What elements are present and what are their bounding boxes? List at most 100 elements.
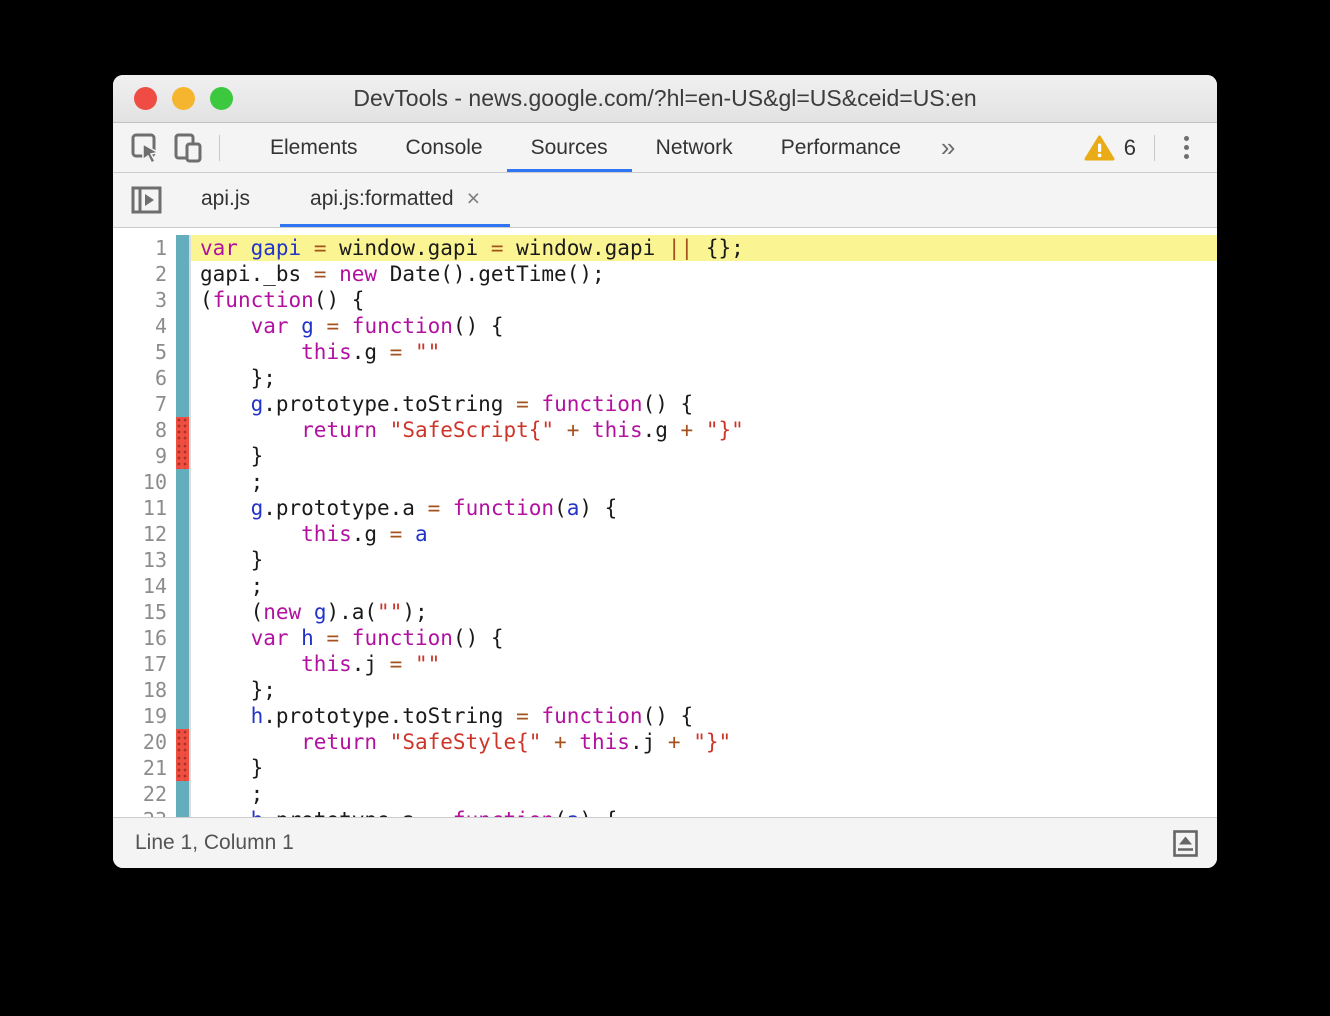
code-line: 17 this.j = ""	[113, 651, 1217, 677]
coverage-bar-used	[176, 625, 191, 651]
warning-count: 6	[1123, 134, 1136, 160]
code-line: 18 };	[113, 677, 1217, 703]
kebab-dot	[1183, 154, 1189, 159]
source-editor[interactable]: 1 var gapi = window.gapi = window.gapi ||…	[113, 228, 1217, 817]
code-text[interactable]: h.prototype.a = function(a) {	[191, 807, 1217, 817]
code-text[interactable]: h.prototype.toString = function() {	[191, 703, 1217, 729]
line-number[interactable]: 4	[113, 313, 176, 339]
code-line: 11 g.prototype.a = function(a) {	[113, 495, 1217, 521]
minimize-window-button[interactable]	[172, 87, 195, 110]
line-number[interactable]: 21	[113, 755, 176, 781]
code-line: 9 }	[113, 443, 1217, 469]
code-text[interactable]: g.prototype.toString = function() {	[191, 391, 1217, 417]
code-line: 7 g.prototype.toString = function() {	[113, 391, 1217, 417]
devtools-toolbar: Elements Console Sources Network Performance…	[113, 123, 1217, 173]
file-tab-api-js-formatted[interactable]: api.js:formatted ×	[280, 173, 511, 227]
more-panels-button[interactable]: »	[925, 132, 971, 163]
line-number[interactable]: 8	[113, 417, 176, 443]
code-text[interactable]: };	[191, 677, 1217, 703]
line-number[interactable]: 5	[113, 339, 176, 365]
line-number[interactable]: 15	[113, 599, 176, 625]
zoom-window-button[interactable]	[210, 87, 233, 110]
line-number[interactable]: 17	[113, 651, 176, 677]
coverage-bar-used	[176, 261, 191, 287]
code-text[interactable]: var g = function() {	[191, 313, 1217, 339]
window-title: DevTools - news.google.com/?hl=en-US&gl=…	[353, 85, 977, 111]
code-text[interactable]: this.j = ""	[191, 651, 1217, 677]
code-text[interactable]: gapi._bs = new Date().getTime();	[191, 261, 1217, 287]
code-text[interactable]: return "SafeStyle{" + this.j + "}"	[191, 729, 1217, 755]
warnings-badge[interactable]: 6	[1076, 134, 1144, 162]
coverage-bar-used	[176, 521, 191, 547]
line-number[interactable]: 16	[113, 625, 176, 651]
device-toolbar-button[interactable]	[167, 126, 209, 170]
tab-console[interactable]: Console	[382, 123, 507, 172]
file-tab-label: api.js	[201, 186, 251, 210]
coverage-bar-used	[176, 391, 191, 417]
code-line: 3 (function() {	[113, 287, 1217, 313]
coverage-bar-used	[176, 547, 191, 573]
code-text[interactable]: }	[191, 755, 1217, 781]
line-number[interactable]: 10	[113, 469, 176, 495]
coverage-bar-used	[176, 807, 191, 817]
file-tab-api-js[interactable]: api.js	[171, 173, 280, 227]
line-number[interactable]: 3	[113, 287, 176, 313]
line-number[interactable]: 12	[113, 521, 176, 547]
close-window-button[interactable]	[134, 87, 157, 110]
devtools-menu-button[interactable]	[1165, 126, 1207, 170]
coverage-bar-used	[176, 235, 191, 261]
coverage-bar-used	[176, 703, 191, 729]
code-line: 23 h.prototype.a = function(a) {	[113, 807, 1217, 817]
code-text[interactable]: ;	[191, 573, 1217, 599]
coverage-bar-used	[176, 573, 191, 599]
line-number[interactable]: 11	[113, 495, 176, 521]
drawer-toggle-button[interactable]	[1170, 828, 1201, 859]
code-text[interactable]: var gapi = window.gapi = window.gapi || …	[191, 235, 1217, 261]
line-number[interactable]: 2	[113, 261, 176, 287]
line-number[interactable]: 1	[113, 235, 176, 261]
line-number[interactable]: 14	[113, 573, 176, 599]
close-icon[interactable]: ×	[467, 187, 480, 210]
code-text[interactable]: }	[191, 443, 1217, 469]
line-number[interactable]: 6	[113, 365, 176, 391]
code-text[interactable]: }	[191, 547, 1217, 573]
code-line: 6 };	[113, 365, 1217, 391]
coverage-bar-used	[176, 287, 191, 313]
line-number[interactable]: 22	[113, 781, 176, 807]
tab-performance[interactable]: Performance	[757, 123, 925, 172]
line-number[interactable]: 18	[113, 677, 176, 703]
coverage-bar-used	[176, 677, 191, 703]
code-line: 4 var g = function() {	[113, 313, 1217, 339]
line-number[interactable]: 9	[113, 443, 176, 469]
code-text[interactable]: ;	[191, 469, 1217, 495]
coverage-bar-used	[176, 495, 191, 521]
code-text[interactable]: var h = function() {	[191, 625, 1217, 651]
code-text[interactable]: (function() {	[191, 287, 1217, 313]
line-number[interactable]: 20	[113, 729, 176, 755]
code-text[interactable]: this.g = ""	[191, 339, 1217, 365]
file-tab-bar: api.js api.js:formatted ×	[113, 173, 1217, 228]
code-text[interactable]: (new g).a("");	[191, 599, 1217, 625]
code-text[interactable]: g.prototype.a = function(a) {	[191, 495, 1217, 521]
line-number[interactable]: 19	[113, 703, 176, 729]
tab-elements[interactable]: Elements	[246, 123, 382, 172]
code-text[interactable]: };	[191, 365, 1217, 391]
code-line: 15 (new g).a("");	[113, 599, 1217, 625]
line-number[interactable]: 7	[113, 391, 176, 417]
inspect-element-button[interactable]	[125, 126, 167, 170]
line-number[interactable]: 13	[113, 547, 176, 573]
title-bar[interactable]: DevTools - news.google.com/?hl=en-US&gl=…	[113, 75, 1217, 123]
code-line: 1 var gapi = window.gapi = window.gapi ||…	[113, 235, 1217, 261]
devtools-window: DevTools - news.google.com/?hl=en-US&gl=…	[113, 75, 1217, 868]
status-bar: Line 1, Column 1	[113, 817, 1217, 868]
code-line: 13 }	[113, 547, 1217, 573]
tab-network[interactable]: Network	[632, 123, 757, 172]
code-text[interactable]: return "SafeScript{" + this.g + "}"	[191, 417, 1217, 443]
line-number[interactable]: 23	[113, 807, 176, 817]
code-line: 14 ;	[113, 573, 1217, 599]
navigator-toggle-button[interactable]	[123, 173, 171, 227]
code-text[interactable]: ;	[191, 781, 1217, 807]
code-text[interactable]: this.g = a	[191, 521, 1217, 547]
eject-drawer-icon	[1173, 829, 1198, 857]
tab-sources[interactable]: Sources	[506, 123, 632, 172]
